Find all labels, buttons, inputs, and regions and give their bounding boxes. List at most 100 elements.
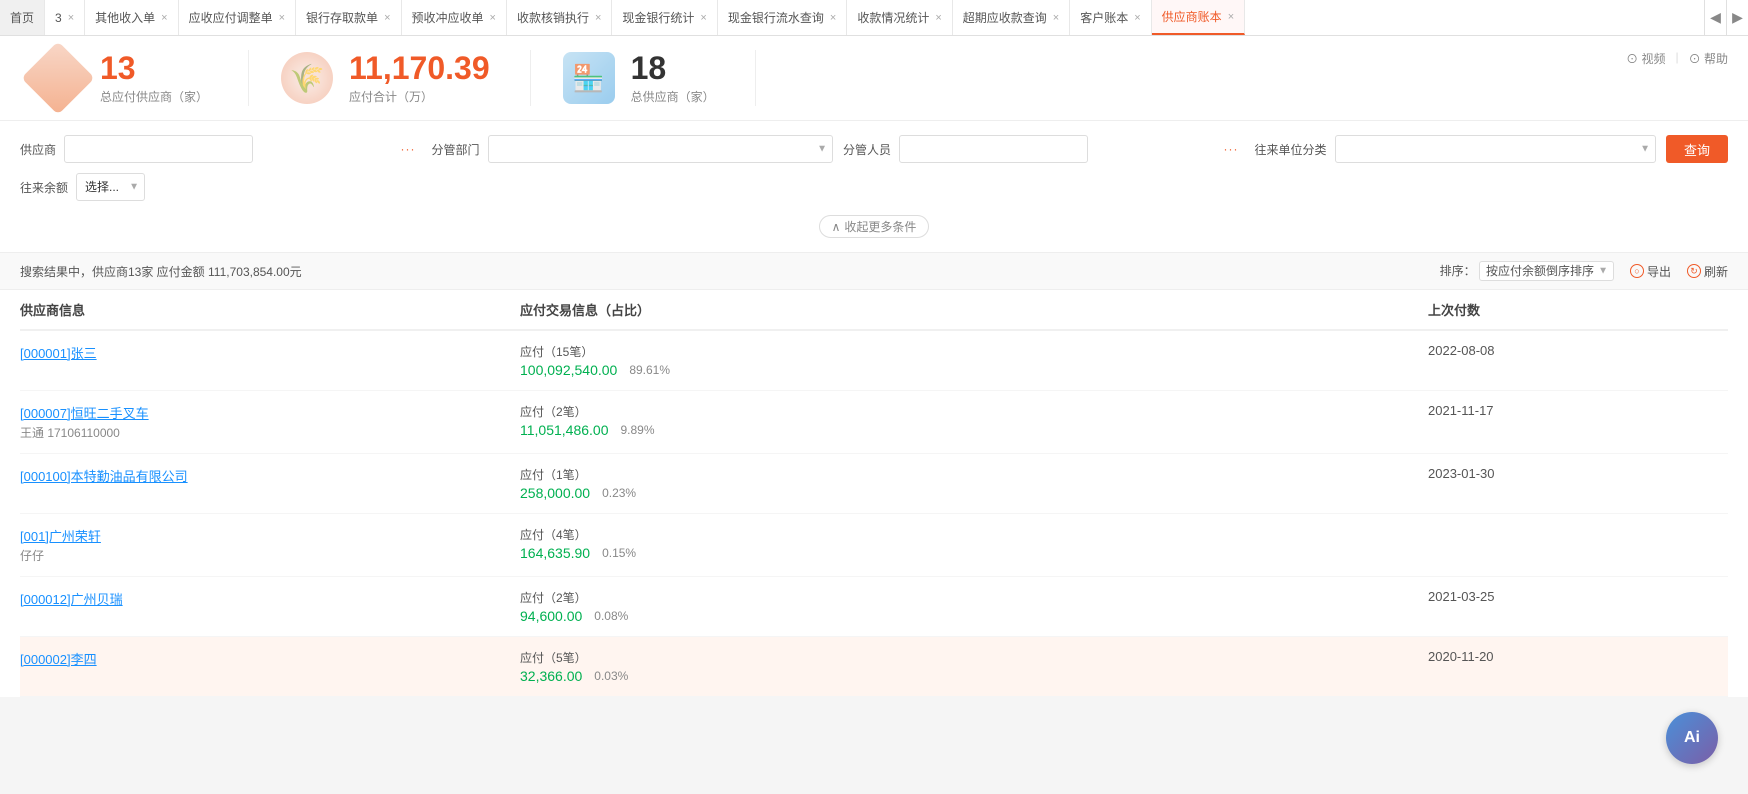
supplier-link-5[interactable]: [000012]广州贝瑞 — [20, 589, 520, 608]
close-icon-receipt-exec[interactable]: × — [595, 12, 601, 24]
sort-select[interactable]: 按应付余额倒序排序 — [1479, 261, 1614, 281]
trans-row-4: 164,635.90 0.15% — [520, 545, 1428, 561]
trans-pct-3: 0.23% — [602, 486, 636, 500]
nav-tab-receipt-stat[interactable]: 收款情况统计 × — [847, 0, 952, 35]
supplier-info-5: [000012]广州贝瑞 — [20, 589, 520, 608]
nav-tab-overdue-ar[interactable]: 超期应收款查询 × — [953, 0, 1070, 35]
trans-info-5: 应付（2笔） 94,600.00 0.08% — [520, 589, 1428, 624]
nav-tab-prepay-offset[interactable]: 预收冲应收单 × — [402, 0, 507, 35]
balance-filter-label: 往来余额 — [20, 179, 68, 196]
supplier-info-1: [000001]张三 — [20, 343, 520, 362]
supplier-link-6[interactable]: [000002]李四 — [20, 649, 520, 668]
nav-tab-3[interactable]: 3 × — [45, 0, 85, 35]
nav-tab-customer-ledger-label: 客户账本 — [1080, 9, 1128, 26]
export-icon: ○ — [1630, 264, 1644, 278]
category-filter-label: 往来单位分类 — [1255, 141, 1327, 158]
trans-pct-5: 0.08% — [594, 609, 628, 623]
collapse-bar[interactable]: ∧ 收起更多条件 — [20, 211, 1728, 242]
nav-arrow-left[interactable]: ◀ — [1704, 0, 1726, 36]
trans-label-6: 应付（5笔） — [520, 649, 1428, 666]
refresh-link[interactable]: ↻ 刷新 — [1687, 263, 1728, 280]
nav-tab-home-label: 首页 — [10, 9, 34, 26]
help-link[interactable]: ⊙ 帮助 — [1689, 50, 1728, 67]
person-filter-label: 分管人员 — [843, 141, 891, 158]
trans-row-2: 11,051,486.00 9.89% — [520, 422, 1428, 438]
supplier-link-3[interactable]: [000100]本特勤油品有限公司 — [20, 466, 520, 485]
nav-tab-bank-deposit[interactable]: 银行存取款单 × — [296, 0, 401, 35]
stats-header: 13 总应付供应商（家） 🌾 11,170.39 应付合计（万） 🏪 18 总供… — [0, 36, 1748, 121]
close-icon-prepay-offset[interactable]: × — [490, 12, 496, 24]
nav-tab-customer-ledger[interactable]: 客户账本 × — [1070, 0, 1151, 35]
nav-tab-other-income[interactable]: 其他收入单 × — [85, 0, 178, 35]
trans-amount-4[interactable]: 164,635.90 — [520, 545, 590, 561]
video-link[interactable]: ⊙ 视频 — [1626, 50, 1665, 67]
export-link[interactable]: ○ 导出 — [1630, 263, 1671, 280]
nav-tab-ar-ap-adjust-label: 应收应付调整单 — [189, 9, 273, 26]
last-pay-2: 2021-11-17 — [1428, 403, 1728, 418]
trans-row-3: 258,000.00 0.23% — [520, 485, 1428, 501]
stat-card-total-suppliers: 🏪 18 总供应商（家） — [551, 50, 756, 106]
stat-info-total-suppliers: 18 总供应商（家） — [631, 52, 715, 105]
filter-area: 供应商 ··· 分管部门 ▼ 分管人员 ··· 往来单位分类 — [0, 121, 1748, 253]
category-select[interactable] — [1335, 135, 1656, 163]
filter-dept: 分管部门 ▼ — [432, 135, 834, 163]
nav-tab-supplier-ledger-label: 供应商账本 — [1162, 8, 1222, 25]
collapse-button[interactable]: ∧ 收起更多条件 — [819, 215, 930, 238]
nav-tab-home[interactable]: 首页 — [0, 0, 45, 35]
dept-select[interactable] — [488, 135, 833, 163]
stat-number-amount: 11,170.39 — [349, 52, 490, 84]
filter-row-1: 供应商 ··· 分管部门 ▼ 分管人员 ··· 往来单位分类 — [20, 135, 1728, 163]
nav-tab-cash-bank-flow[interactable]: 现金银行流水查询 × — [718, 0, 847, 35]
nav-arrow-right[interactable]: ▶ — [1726, 0, 1748, 36]
close-icon-other-income[interactable]: × — [161, 12, 167, 24]
trans-label-1: 应付（15笔） — [520, 343, 1428, 360]
stat-info-suppliers: 13 总应付供应商（家） — [100, 52, 208, 105]
person-input[interactable] — [899, 135, 1088, 163]
stat-label-amount: 应付合计（万） — [349, 88, 490, 105]
close-icon-overdue-ar[interactable]: × — [1053, 12, 1059, 24]
person-dots-icon: ··· — [1224, 142, 1239, 156]
table-header: 供应商信息 应付交易信息（占比） 上次付数 — [20, 290, 1728, 331]
close-icon-receipt-stat[interactable]: × — [935, 12, 941, 24]
close-icon-3[interactable]: × — [68, 12, 74, 24]
close-icon-supplier-ledger[interactable]: × — [1228, 11, 1234, 23]
trans-amount-2[interactable]: 11,051,486.00 — [520, 422, 609, 438]
sort-select-wrap: 按应付余额倒序排序 ▼ — [1479, 261, 1614, 281]
stat-actions: ⊙ 视频 | ⊙ 帮助 — [1626, 50, 1728, 67]
close-icon-cash-bank-flow[interactable]: × — [830, 12, 836, 24]
stat-number-total-suppliers: 18 — [631, 52, 715, 84]
close-icon-cash-bank-stat[interactable]: × — [700, 12, 706, 24]
supplier-filter-label: 供应商 — [20, 141, 56, 158]
close-icon-ar-ap-adjust[interactable]: × — [279, 12, 285, 24]
nav-tab-cash-bank-flow-label: 现金银行流水查询 — [728, 9, 824, 26]
dept-select-wrap: ▼ — [488, 135, 833, 163]
supplier-link-1[interactable]: [000001]张三 — [20, 343, 520, 362]
supplier-link-2[interactable]: [000007]恒旺二手叉车 — [20, 403, 520, 422]
nav-tab-receipt-exec[interactable]: 收款核销执行 × — [507, 0, 612, 35]
nav-tab-ar-ap-adjust[interactable]: 应收应付调整单 × — [179, 0, 296, 35]
trans-pct-6: 0.03% — [594, 669, 628, 683]
trans-amount-1[interactable]: 100,092,540.00 — [520, 362, 617, 378]
balance-select[interactable]: 选择... — [76, 173, 145, 201]
trans-amount-3[interactable]: 258,000.00 — [520, 485, 590, 501]
sort-label: 排序： 按应付余额倒序排序 ▼ — [1440, 261, 1614, 281]
trans-amount-5[interactable]: 94,600.00 — [520, 608, 582, 624]
query-button[interactable]: 查询 — [1666, 135, 1728, 163]
close-icon-customer-ledger[interactable]: × — [1134, 12, 1140, 24]
nav-tab-supplier-ledger[interactable]: 供应商账本 × — [1152, 0, 1245, 35]
table-row: [000007]恒旺二手叉车 王通 17106110000 应付（2笔） 11,… — [20, 391, 1728, 454]
nav-tab-cash-bank-stat[interactable]: 现金银行统计 × — [612, 0, 717, 35]
ai-label: Ai — [1684, 729, 1700, 747]
supplier-input[interactable] — [64, 135, 253, 163]
trans-label-5: 应付（2笔） — [520, 589, 1428, 606]
nav-tab-3-label: 3 — [55, 11, 62, 25]
close-icon-bank-deposit[interactable]: × — [384, 12, 390, 24]
table-body: [000001]张三 应付（15笔） 100,092,540.00 89.61%… — [20, 331, 1728, 697]
nav-tab-bank-deposit-label: 银行存取款单 — [306, 9, 378, 26]
supplier-link-4[interactable]: [001]广州荣轩 — [20, 526, 520, 545]
trans-amount-6[interactable]: 32,366.00 — [520, 668, 582, 684]
last-pay-3: 2023-01-30 — [1428, 466, 1728, 481]
filter-supplier: 供应商 ··· — [20, 135, 422, 163]
category-select-wrap: ▼ — [1335, 135, 1656, 163]
ai-badge[interactable]: Ai — [1666, 712, 1718, 764]
